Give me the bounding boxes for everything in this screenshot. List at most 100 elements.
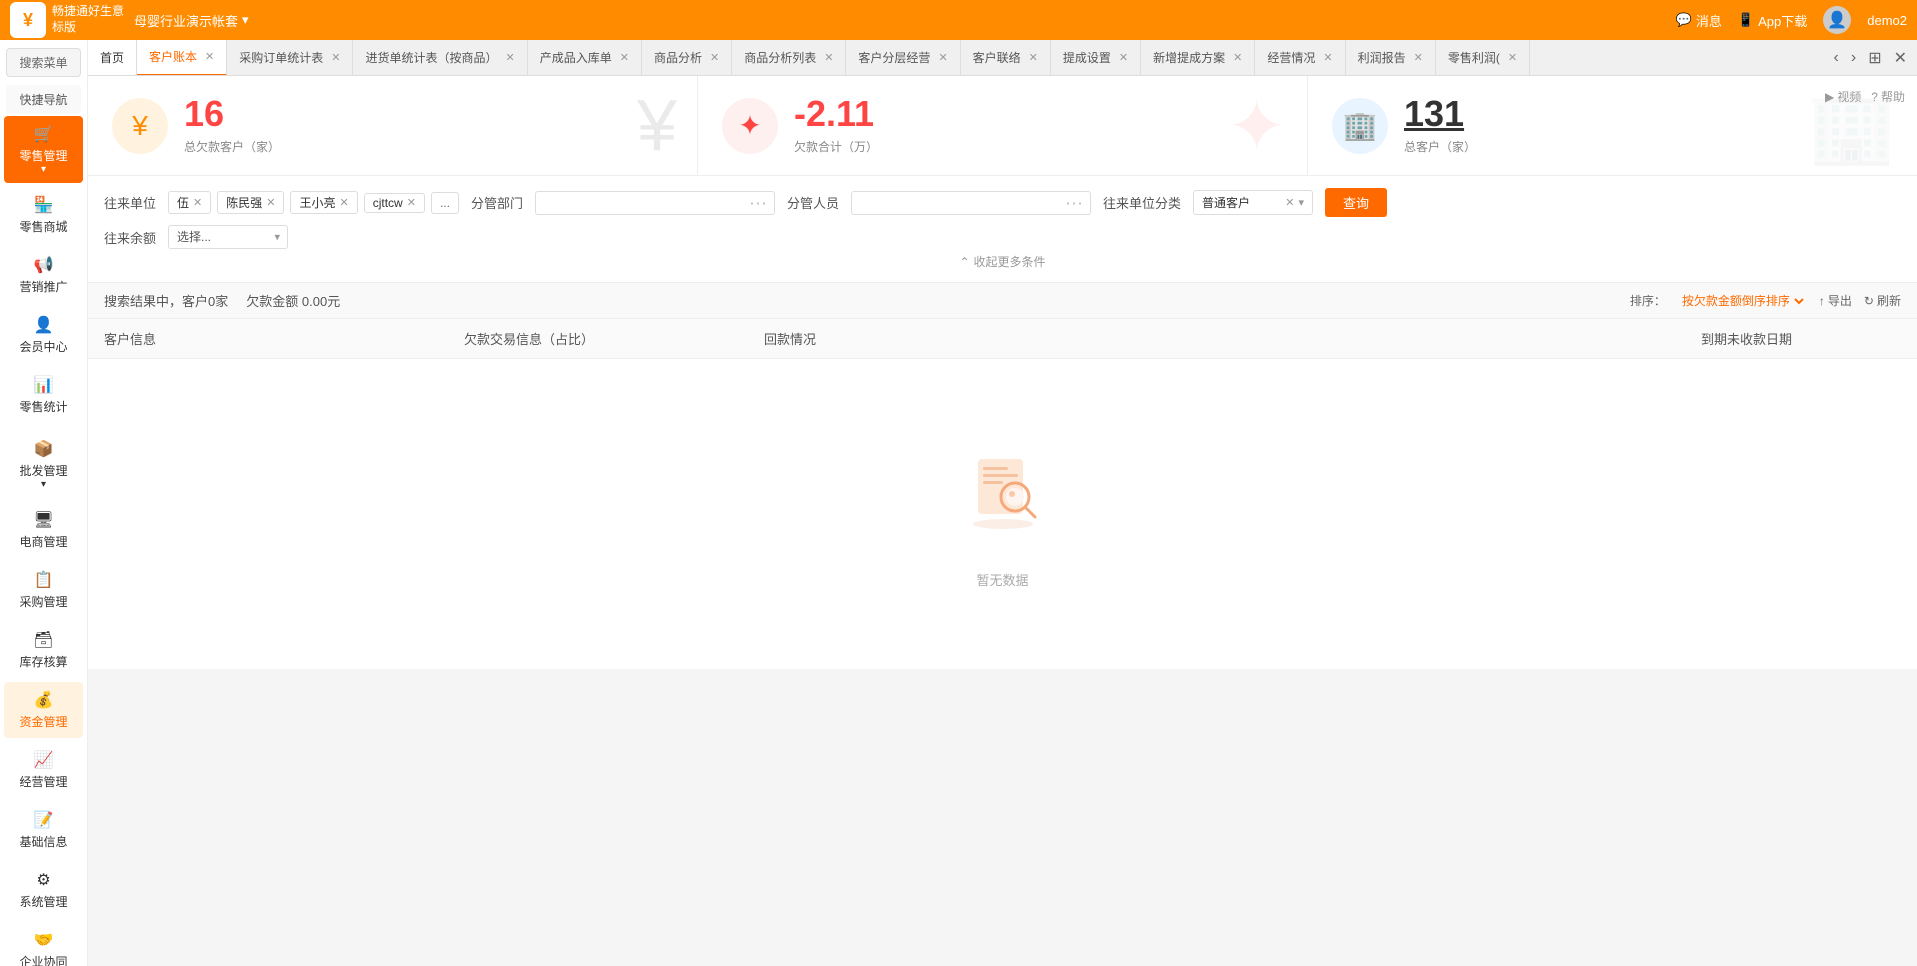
tab-product-analysis[interactable]: 商品分析 ✕: [642, 40, 732, 76]
tab-operations[interactable]: 经营情况 ✕: [1255, 40, 1345, 76]
unit-type-close[interactable]: ✕: [1285, 196, 1294, 209]
user-name[interactable]: demo2: [1867, 13, 1907, 28]
tab-label: 利润报告: [1358, 49, 1406, 66]
unit-type-select[interactable]: 普通客户 ✕ ▾: [1193, 190, 1313, 215]
sidebar-item-retail-mgmt[interactable]: 🛒 零售管理 ▾: [4, 116, 83, 183]
tab-close-icon[interactable]: ✕: [620, 51, 629, 64]
tab-customer-account[interactable]: 客户账本 ✕: [137, 40, 227, 76]
retail-mgmt-icon: 🛒: [34, 124, 54, 144]
tab-close-icon[interactable]: ✕: [1508, 51, 1517, 64]
workspace-selector[interactable]: 母婴行业演示帐套 ▾: [134, 11, 249, 30]
tab-customer-segment[interactable]: 客户分层经营 ✕: [846, 40, 960, 76]
sidebar-item-system[interactable]: ⚙ 系统管理: [4, 862, 83, 918]
retail-stats-icon: 📊: [34, 375, 54, 395]
tab-label: 进货单统计表（按商品）: [365, 49, 497, 66]
tab-label: 零售利润(: [1448, 49, 1500, 66]
batch-icon: 📦: [34, 439, 54, 459]
tab-close-icon[interactable]: ✕: [1414, 51, 1423, 64]
empty-icon: [953, 439, 1053, 558]
export-btn[interactable]: ↑ 导出: [1819, 292, 1852, 309]
filter-tag-2: 陈民强 ✕: [217, 191, 284, 214]
tab-product-storage[interactable]: 产成品入库单 ✕: [528, 40, 642, 76]
message-btn[interactable]: 💬 消息: [1676, 11, 1722, 30]
sidebar-item-finance[interactable]: 💰 资金管理: [4, 682, 83, 738]
balance-select[interactable]: 选择...: [168, 225, 288, 249]
more-tags-btn[interactable]: ...: [431, 192, 459, 214]
tab-close-icon[interactable]: ✕: [710, 51, 719, 64]
tab-stock-stat[interactable]: 进货单统计表（按商品） ✕: [353, 40, 527, 76]
person-input[interactable]: [851, 191, 1091, 215]
sidebar-item-member[interactable]: 👤 会员中心: [4, 307, 83, 363]
tab-label: 采购订单统计表: [239, 49, 323, 66]
tab-label: 客户分层经营: [858, 49, 930, 66]
tag-close-3[interactable]: ✕: [340, 196, 349, 209]
tab-label: 商品分析: [654, 49, 702, 66]
sidebar-item-marketing[interactable]: 📢 营销推广: [4, 247, 83, 303]
tab-close-icon[interactable]: ✕: [1233, 51, 1242, 64]
sidebar-item-purchase[interactable]: 📋 采购管理: [4, 562, 83, 618]
sidebar-item-basic[interactable]: 📝 基础信息: [4, 802, 83, 858]
dept-input[interactable]: [535, 191, 775, 215]
sidebar-item-enterprise[interactable]: 🤝 企业协同: [4, 922, 83, 966]
stat-main-total: 131 总客户（家）: [1404, 96, 1476, 155]
stat-bg-icon-debt: ✦: [1227, 84, 1287, 168]
sidebar-search: 搜索菜单: [0, 40, 87, 85]
collapse-row: ⌃ 收起更多条件: [104, 249, 1901, 274]
tab-close-all-btn[interactable]: ✕: [1890, 46, 1911, 70]
message-icon: 💬: [1676, 12, 1692, 28]
sidebar-item-batch[interactable]: 📦 批发管理 ▾: [4, 431, 83, 498]
tab-label: 经营情况: [1267, 49, 1315, 66]
tab-add-promotion[interactable]: 新增提成方案 ✕: [1141, 40, 1255, 76]
person-filter-label: 分管人员: [787, 193, 839, 212]
tab-retail-profit[interactable]: 零售利润( ✕: [1436, 40, 1530, 76]
query-btn[interactable]: 查询: [1325, 188, 1387, 217]
tab-close-icon[interactable]: ✕: [1119, 51, 1128, 64]
tab-profit-report[interactable]: 利润报告 ✕: [1346, 40, 1436, 76]
tab-purchase-order-stat[interactable]: 采购订单统计表 ✕: [227, 40, 353, 76]
tab-next-btn[interactable]: ›: [1847, 47, 1860, 69]
sidebar-item-operation[interactable]: 📈 经营管理: [4, 742, 83, 798]
tag-close-2[interactable]: ✕: [266, 196, 275, 209]
sidebar-item-retail-mall[interactable]: 🏪 零售商城: [4, 187, 83, 243]
stat-card-customers: ¥ ¥ 16 总欠款客户（家）: [88, 76, 698, 175]
tab-close-icon[interactable]: ✕: [331, 51, 340, 64]
tab-product-analysis-list[interactable]: 商品分析列表 ✕: [732, 40, 846, 76]
tab-home[interactable]: 首页: [88, 40, 137, 76]
sidebar-item-inventory[interactable]: 🗃 库存核算: [4, 622, 83, 678]
stat-label-debt: 欠款合计（万）: [794, 138, 878, 155]
tab-close-icon[interactable]: ✕: [1029, 51, 1038, 64]
tab-more-btn[interactable]: ⊞: [1864, 46, 1885, 70]
quick-nav-btn[interactable]: 快捷导航: [6, 85, 81, 114]
unit-type-label: 往来单位分类: [1103, 193, 1181, 212]
tab-close-icon[interactable]: ✕: [506, 51, 515, 64]
search-menu-btn[interactable]: 搜索菜单: [6, 48, 81, 77]
tab-close-icon[interactable]: ✕: [205, 50, 214, 63]
app-download-btn[interactable]: 📱 App下载: [1738, 11, 1807, 30]
search-summary-bar: 搜索结果中，客户0家 欠款金额 0.00元 排序： 按欠款金额倒序排序 ↑ 导出: [88, 283, 1917, 319]
filter-row-1: 往来单位 伍 ✕ 陈民强 ✕ 王小亮: [104, 188, 1901, 217]
page-content: ¥ ¥ 16 总欠款客户（家） ✦ ✦ -2.11 欠款合计（万）: [88, 76, 1917, 966]
tab-close-icon[interactable]: ✕: [938, 51, 947, 64]
sidebar-item-ecommerce[interactable]: 🖥 电商管理: [4, 502, 83, 558]
tab-prev-btn[interactable]: ‹: [1830, 47, 1843, 69]
expand-icon: ▾: [41, 164, 46, 175]
collapse-btn[interactable]: ⌃ 收起更多条件: [959, 253, 1045, 270]
finance-icon: 💰: [34, 690, 54, 710]
tab-customer-contact[interactable]: 客户联络 ✕: [961, 40, 1051, 76]
tab-close-icon[interactable]: ✕: [824, 51, 833, 64]
tab-close-icon[interactable]: ✕: [1323, 51, 1332, 64]
dept-filter-label: 分管部门: [471, 193, 523, 212]
table-header: 客户信息 欠款交易信息（占比） 回款情况 到期未收款日期: [88, 319, 1917, 359]
logo-text: 畅捷通好生意 标版: [52, 4, 124, 35]
person-select-wrapper: ···: [851, 191, 1091, 215]
tag-close-4[interactable]: ✕: [407, 196, 416, 209]
sort-select[interactable]: 按欠款金额倒序排序: [1678, 293, 1807, 309]
avatar[interactable]: 👤: [1823, 6, 1851, 34]
sidebar-item-label: 采购管理: [19, 593, 67, 610]
refresh-btn[interactable]: ↻ 刷新: [1864, 292, 1901, 309]
tab-promotion-settings[interactable]: 提成设置 ✕: [1051, 40, 1141, 76]
sidebar-item-retail-stats[interactable]: 📊 零售统计: [4, 367, 83, 423]
unit-type-value: 普通客户: [1202, 194, 1281, 211]
tab-bar: 首页 客户账本 ✕ 采购订单统计表 ✕ 进货单统计表（按商品） ✕ 产成品入库单…: [88, 40, 1917, 76]
tag-close-1[interactable]: ✕: [193, 196, 202, 209]
